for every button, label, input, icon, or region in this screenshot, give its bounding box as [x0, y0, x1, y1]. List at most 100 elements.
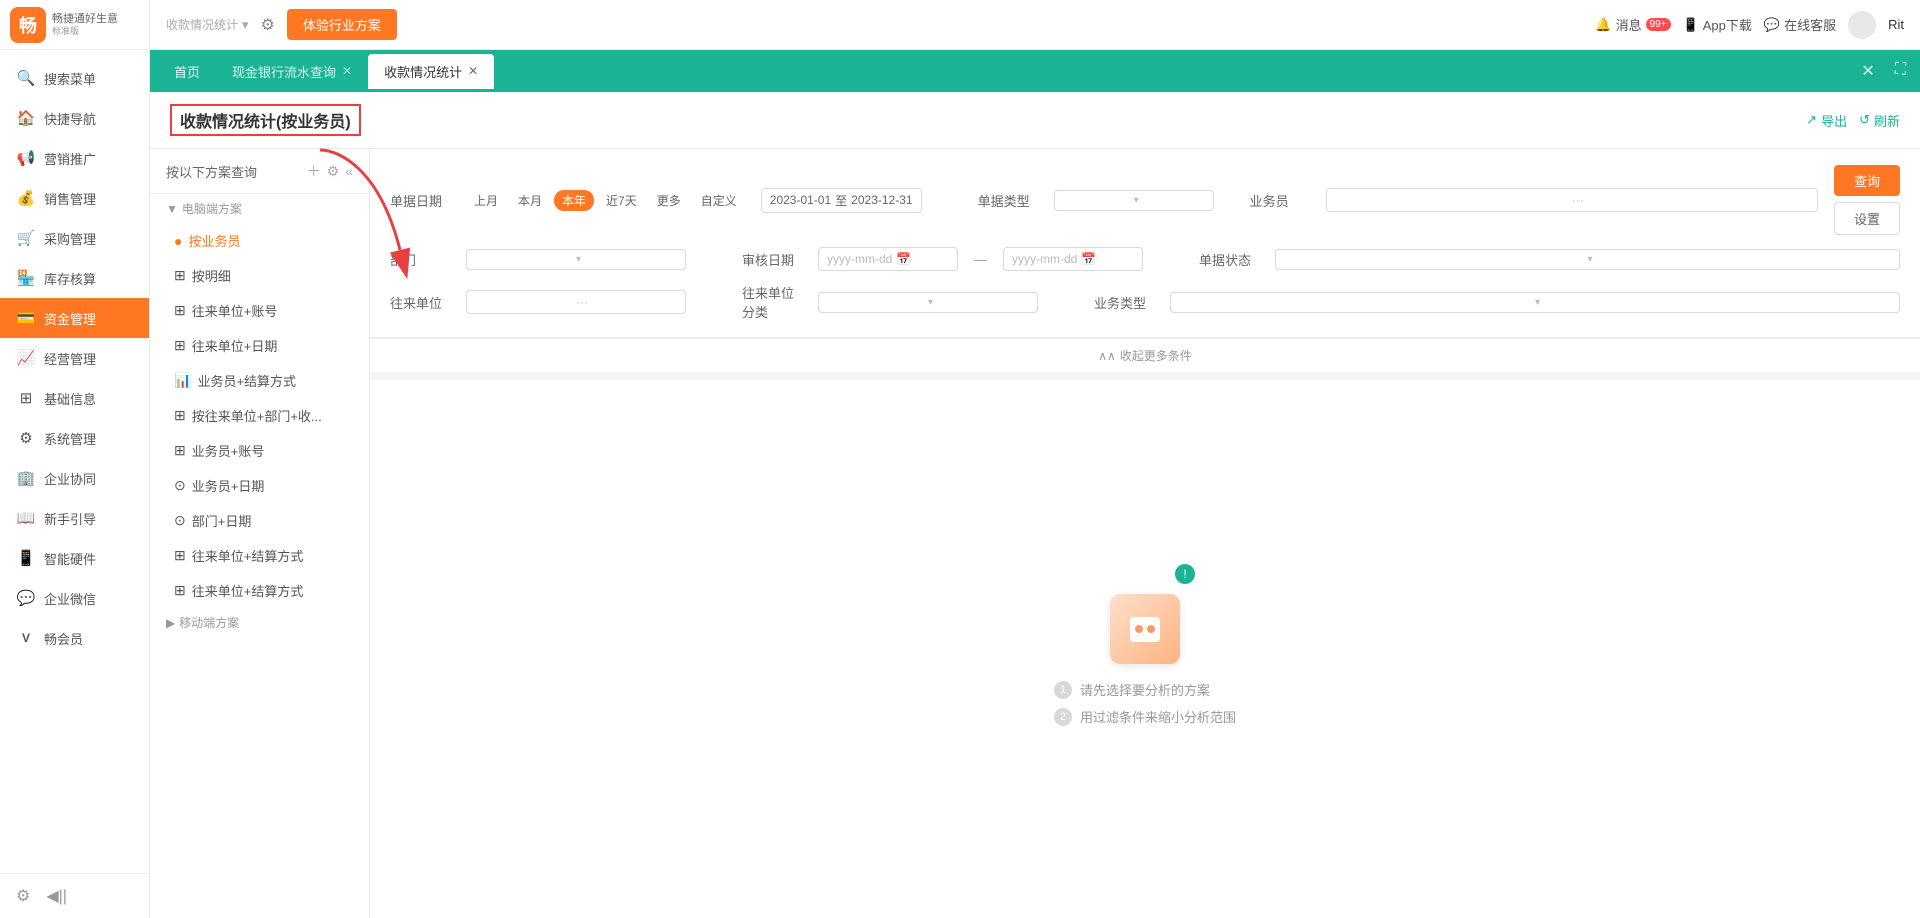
tab-home[interactable]: 首页 [158, 54, 216, 89]
counterpart-category-select[interactable]: ▾ [818, 292, 1038, 313]
bill-type-select[interactable]: ▾ [1054, 190, 1214, 211]
close-window-icon[interactable]: ✕ [1855, 59, 1880, 83]
sidebar-item-system[interactable]: ⚙ 系统管理 [0, 418, 149, 458]
maximize-window-icon[interactable]: ⛶ [1889, 59, 1912, 83]
settings-bottom-icon[interactable]: ⚙ [16, 886, 30, 906]
sidebar-item-inventory[interactable]: 🏪 库存核算 [0, 258, 149, 298]
bill-status-select[interactable]: ▾ [1275, 249, 1900, 270]
sidebar-item-collab[interactable]: 🏢 企业协同 [0, 458, 149, 498]
scheme-salesperson-account[interactable]: ⊞ 业务员+账号 [150, 433, 369, 468]
tab-close-bank[interactable]: ✕ [342, 64, 352, 78]
export-label: 导出 [1821, 111, 1847, 130]
settings-button[interactable]: 设置 [1834, 202, 1900, 235]
refresh-icon: ↺ [1859, 112, 1870, 128]
app-download-action[interactable]: 📱 App下载 [1683, 15, 1752, 34]
online-service-action[interactable]: 💬 在线客服 [1764, 15, 1836, 34]
scheme-salesperson[interactable]: ● 按业务员 [150, 223, 369, 258]
sidebar-item-purchase[interactable]: 🛒 采购管理 [0, 218, 149, 258]
tab-bank-flow[interactable]: 现金银行流水查询 ✕ [216, 54, 368, 89]
tab-receipt-stats[interactable]: 收款情况统计 ✕ [368, 54, 494, 89]
sidebar-item-quicknav[interactable]: 🏠 快捷导航 [0, 98, 149, 138]
scheme-salesperson-account-label: 业务员+账号 [192, 441, 265, 460]
gear-icon[interactable]: ⚙ [261, 15, 275, 35]
date-range-display[interactable]: 2023-01-01 至 2023-12-31 [761, 188, 922, 213]
trial-button[interactable]: 体验行业方案 [287, 9, 397, 40]
review-date-to[interactable]: yyyy-mm-dd 📅 [1003, 247, 1143, 271]
collapse-sidebar-icon[interactable]: ◀|| [46, 886, 67, 906]
logo-text: 畅捷通好生意 [52, 12, 118, 26]
scheme-counterpart-dept[interactable]: ⊞ 按往来单位+部门+收... [150, 398, 369, 433]
counterpart-settlement1-icon: ⊞ [174, 547, 186, 564]
purchase-icon: 🛒 [16, 228, 36, 248]
notif-badge: 99+ [1646, 18, 1671, 31]
sidebar-label-operations: 经营管理 [44, 349, 96, 368]
settings-scheme-icon[interactable]: ⚙ [327, 163, 340, 180]
search-icon: 🔍 [16, 68, 36, 88]
sales-icon: 💰 [16, 188, 36, 208]
empty-illustration: ! [1095, 564, 1195, 664]
date-tab-custom[interactable]: 自定义 [693, 190, 745, 211]
date-tab-thismonth[interactable]: 本月 [510, 190, 550, 211]
scheme-panel-title: 按以下方案查询 [166, 162, 301, 181]
date-to: 2023-12-31 [851, 193, 912, 207]
review-date-from[interactable]: yyyy-mm-dd 📅 [818, 247, 958, 271]
salesperson-more-btn[interactable]: ··· [1572, 193, 1809, 207]
sidebar-item-operations[interactable]: 📈 经营管理 [0, 338, 149, 378]
counterpart-more-btn[interactable]: ··· [576, 295, 677, 309]
sidebar-item-wechat[interactable]: 💬 企业微信 [0, 578, 149, 618]
refresh-button[interactable]: ↺ 刷新 [1859, 111, 1900, 130]
user-avatar[interactable] [1848, 11, 1876, 39]
date-tab-lastmonth[interactable]: 上月 [466, 190, 506, 211]
scheme-dept-date[interactable]: ⊙ 部门+日期 [150, 503, 369, 538]
sidebar-item-finance[interactable]: 💳 资金管理 [0, 298, 149, 338]
sidebar-item-search[interactable]: 🔍 搜索菜单 [0, 58, 149, 98]
desktop-section[interactable]: ▼ 电脑端方案 [150, 194, 369, 223]
sidebar-label-collab: 企业协同 [44, 469, 96, 488]
mobile-section[interactable]: ▶ 移动端方案 [150, 608, 369, 637]
export-button[interactable]: ↗ 导出 [1806, 111, 1847, 130]
sidebar-item-member[interactable]: V 畅会员 [0, 618, 149, 658]
scheme-counterpart-account[interactable]: ⊞ 往来单位+账号 [150, 293, 369, 328]
sidebar-item-sales[interactable]: 💰 销售管理 [0, 178, 149, 218]
filter-row-1: 单据日期 上月 本月 本年 近7天 更多 自定义 2023-01-01 至 [390, 165, 1900, 235]
guide-icon: 📖 [16, 508, 36, 528]
marketing-icon: 📢 [16, 148, 36, 168]
sidebar-item-hardware[interactable]: 📱 智能硬件 [0, 538, 149, 578]
collapse-up-icon: ∧∧ [1098, 349, 1116, 363]
add-scheme-icon[interactable]: ＋ [307, 161, 321, 181]
calendar-icon-to: 📅 [1081, 252, 1096, 266]
date-tab-7days[interactable]: 近7天 [598, 190, 645, 211]
business-type-select[interactable]: ▾ [1170, 292, 1900, 313]
tab-close-receipt[interactable]: ✕ [468, 64, 478, 78]
date-tab-more[interactable]: 更多 [649, 190, 689, 211]
sidebar-label-inventory: 库存核算 [44, 269, 96, 288]
counterpart-select[interactable]: ··· [466, 290, 686, 314]
scheme-detail[interactable]: ⊞ 按明细 [150, 258, 369, 293]
query-button[interactable]: 查询 [1834, 165, 1900, 196]
salesperson-select[interactable]: ··· [1326, 188, 1818, 212]
sidebar-item-basic[interactable]: ⊞ 基础信息 [0, 378, 149, 418]
tip-text-2: 用过滤条件来缩小分析范围 [1080, 707, 1236, 726]
notification-action[interactable]: 🔔 消息 99+ [1595, 15, 1670, 34]
scheme-counterpart-settlement1[interactable]: ⊞ 往来单位+结算方式 [150, 538, 369, 573]
date-tab-thisyear[interactable]: 本年 [554, 190, 594, 211]
user-name: Rit [1888, 17, 1904, 32]
scheme-salesperson-date[interactable]: ⊙ 业务员+日期 [150, 468, 369, 503]
scheme-counterpart-date[interactable]: ⊞ 往来单位+日期 [150, 328, 369, 363]
sidebar-item-marketing[interactable]: 📢 营销推广 [0, 138, 149, 178]
scheme-salesperson-settlement[interactable]: 📊 业务员+结算方式 [150, 363, 369, 398]
scheme-counterpart-dept-label: 按往来单位+部门+收... [192, 406, 322, 425]
empty-content: ! 1 请先选择要分析的方案 2 用过滤条件来缩小分析范围 [1054, 564, 1236, 734]
finance-icon: 💳 [16, 308, 36, 328]
collapse-button[interactable]: ∧∧ 收起更多条件 [1098, 347, 1192, 364]
sidebar-label-hardware: 智能硬件 [44, 549, 96, 568]
calendar-icon-from: 📅 [896, 252, 911, 266]
sidebar-item-guide[interactable]: 📖 新手引导 [0, 498, 149, 538]
download-icon: 📱 [1683, 17, 1699, 33]
refresh-label: 刷新 [1874, 111, 1900, 130]
mobile-arrow-icon: ▶ [166, 616, 175, 630]
scheme-counterpart-settlement2[interactable]: ⊞ 往来单位+结算方式 [150, 573, 369, 608]
collapse-scheme-icon[interactable]: « [345, 163, 353, 179]
dept-select[interactable]: ▾ [466, 249, 686, 270]
breadcrumb-text: 收款情况统计 [166, 16, 238, 33]
